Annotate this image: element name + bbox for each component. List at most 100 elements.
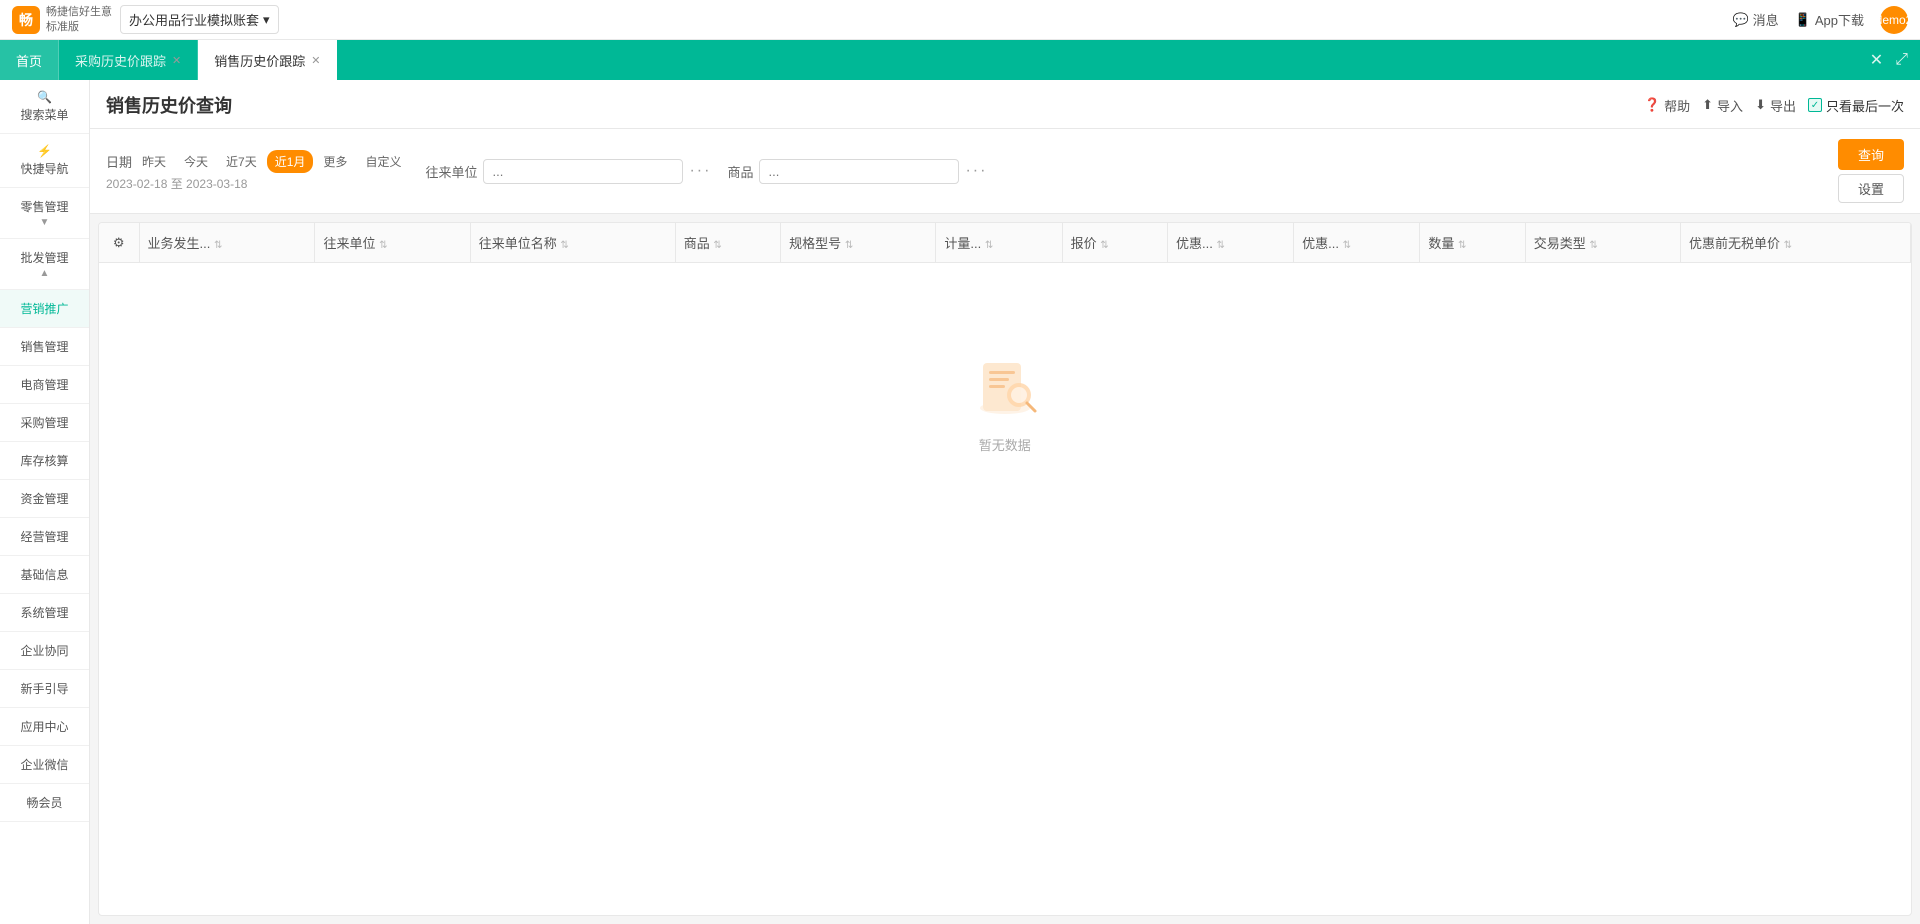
date-1month[interactable]: 近1月 <box>267 150 314 173</box>
date-today[interactable]: 今天 <box>176 150 216 173</box>
th-counterparty[interactable]: 往来单位 ⇅ <box>315 223 470 263</box>
sidebar-item-retail-mgmt[interactable]: 零售管理 ▼ <box>0 188 89 239</box>
content-area: 销售历史价查询 ❓ 帮助 ⬆ 导入 ⬇ 导出 <box>90 80 1920 924</box>
th-trade-type[interactable]: 交易类型 ⇅ <box>1525 223 1680 263</box>
main-layout: 🔍 搜索菜单 ⚡ 快捷导航 零售管理 ▼ 批发管理 ▲ 营销推广 销售管理 电商… <box>0 80 1920 924</box>
help-btn[interactable]: ❓ 帮助 <box>1644 96 1690 115</box>
sidebar-item-quick-nav[interactable]: ⚡ 快捷导航 <box>0 134 89 188</box>
counterparty-filter: 往来单位 ··· <box>425 159 711 184</box>
counterparty-input[interactable] <box>483 159 683 184</box>
th-discount1[interactable]: 优惠... ⇅ <box>1168 223 1294 263</box>
sidebar: 🔍 搜索菜单 ⚡ 快捷导航 零售管理 ▼ 批发管理 ▲ 营销推广 销售管理 电商… <box>0 80 90 924</box>
sidebar-item-operations[interactable]: 经营管理 <box>0 518 89 556</box>
th-settings[interactable]: ⚙ <box>99 223 139 263</box>
filter-row: 日期 昨天 今天 近7天 近1月 更多 自定义 2023-02-18 至 202… <box>90 129 1920 214</box>
logo-area: 畅 畅捷信好生意 标准版 <box>12 5 112 34</box>
workspace-label: 办公用品行业模拟账套 <box>129 10 259 29</box>
tab-close-all-icon[interactable]: ✕ <box>1870 50 1883 70</box>
counterparty-search-icon[interactable]: ··· <box>689 162 711 180</box>
th-quote[interactable]: 报价 ⇅ <box>1062 223 1167 263</box>
avatar[interactable]: demo2 <box>1880 6 1908 34</box>
date-more[interactable]: 更多 <box>315 150 355 173</box>
page-title-row: 销售历史价查询 ❓ 帮助 ⬆ 导入 ⬇ 导出 <box>106 92 1904 118</box>
page-title: 销售历史价查询 <box>106 92 232 118</box>
th-spec[interactable]: 规格型号 ⇅ <box>781 223 936 263</box>
sort-icon-quote: ⇅ <box>1100 240 1108 251</box>
only-last-label: 只看最后一次 <box>1826 96 1904 115</box>
sort-icon-product: ⇅ <box>713 240 721 251</box>
th-unit[interactable]: 计量... ⇅ <box>936 223 1062 263</box>
sort-icon-counterparty-name: ⇅ <box>560 240 568 251</box>
sidebar-item-ecommerce[interactable]: 电商管理 <box>0 366 89 404</box>
tab-bar: 首页 采购历史价跟踪 ✕ 销售历史价跟踪 ✕ ✕ ⤢ <box>0 40 1920 80</box>
table-header: ⚙ 业务发生... ⇅ 往来单位 ⇅ 往来单位名称 ⇅ <box>99 223 1911 263</box>
only-last-checkbox[interactable]: ✓ 只看最后一次 <box>1808 96 1904 115</box>
export-icon: ⬇ <box>1755 97 1766 113</box>
logo-icon: 畅 <box>12 6 40 34</box>
empty-icon <box>965 343 1045 423</box>
th-quantity[interactable]: 数量 ⇅ <box>1420 223 1525 263</box>
empty-state-cell: 暂无数据 <box>99 263 1911 535</box>
app-download-action[interactable]: 📱 App下载 <box>1795 10 1864 29</box>
sidebar-item-search-menu[interactable]: 🔍 搜索菜单 <box>0 80 89 134</box>
sidebar-item-finance[interactable]: 资金管理 <box>0 480 89 518</box>
th-biz-date[interactable]: 业务发生... ⇅ <box>139 223 315 263</box>
sidebar-item-system[interactable]: 系统管理 <box>0 594 89 632</box>
date-7days[interactable]: 近7天 <box>218 150 265 173</box>
tab-bar-right: ✕ ⤢ <box>1858 40 1920 80</box>
th-product[interactable]: 商品 ⇅ <box>675 223 780 263</box>
sidebar-item-marketing[interactable]: 营销推广 <box>0 290 89 328</box>
date-custom[interactable]: 自定义 <box>357 150 409 173</box>
th-counterparty-name[interactable]: 往来单位名称 ⇅ <box>470 223 675 263</box>
sidebar-item-app-center[interactable]: 应用中心 <box>0 708 89 746</box>
page-header: 销售历史价查询 ❓ 帮助 ⬆ 导入 ⬇ 导出 <box>90 80 1920 129</box>
date-yesterday[interactable]: 昨天 <box>134 150 174 173</box>
sidebar-item-new-user-guide[interactable]: 新手引导 <box>0 670 89 708</box>
workspace-selector[interactable]: 办公用品行业模拟账套 ▾ <box>120 5 279 34</box>
chevron-down-icon: ▾ <box>263 12 270 28</box>
tab-sales-history[interactable]: 销售历史价跟踪 ✕ <box>198 40 337 80</box>
product-search-icon[interactable]: ··· <box>965 162 987 180</box>
sidebar-item-sales-mgmt[interactable]: 销售管理 <box>0 328 89 366</box>
sort-icon-biz-date: ⇅ <box>214 240 222 251</box>
date-filter-group: 日期 昨天 今天 近7天 近1月 更多 自定义 2023-02-18 至 202… <box>106 150 409 192</box>
sort-icon-pre-tax-price: ⇅ <box>1784 240 1792 251</box>
product-filter: 商品 ··· <box>727 159 987 184</box>
product-input[interactable] <box>759 159 959 184</box>
message-action[interactable]: 💬 消息 <box>1732 10 1778 29</box>
search-icon: 🔍 <box>37 90 52 104</box>
sidebar-item-purchase[interactable]: 采购管理 <box>0 404 89 442</box>
checkbox-box: ✓ <box>1808 98 1822 112</box>
empty-text: 暂无数据 <box>979 435 1031 454</box>
tab-maximize-icon[interactable]: ⤢ <box>1895 51 1908 69</box>
tab-close-sales[interactable]: ✕ <box>311 54 320 67</box>
tab-home[interactable]: 首页 <box>0 40 59 80</box>
top-bar-left: 畅 畅捷信好生意 标准版 办公用品行业模拟账套 ▾ <box>12 5 279 34</box>
settings-button[interactable]: 设置 <box>1838 174 1904 203</box>
sidebar-item-wholesale-mgmt[interactable]: 批发管理 ▲ <box>0 239 89 290</box>
table-header-row: ⚙ 业务发生... ⇅ 往来单位 ⇅ 往来单位名称 ⇅ <box>99 223 1911 263</box>
sidebar-item-enterprise-collab[interactable]: 企业协同 <box>0 632 89 670</box>
logo-text: 畅捷信好生意 标准版 <box>46 5 112 34</box>
sidebar-item-member[interactable]: 畅会员 <box>0 784 89 822</box>
sidebar-item-basic-info[interactable]: 基础信息 <box>0 556 89 594</box>
th-discount2[interactable]: 优惠... ⇅ <box>1294 223 1420 263</box>
export-btn[interactable]: ⬇ 导出 <box>1755 96 1796 115</box>
th-pre-tax-price[interactable]: 优惠前无税单价 ⇅ <box>1681 223 1911 263</box>
sidebar-item-enterprise-wechat[interactable]: 企业微信 <box>0 746 89 784</box>
top-bar-right: 💬 消息 📱 App下载 demo2 <box>1732 6 1908 34</box>
table-container: ⚙ 业务发生... ⇅ 往来单位 ⇅ 往来单位名称 ⇅ <box>98 222 1912 916</box>
search-button[interactable]: 查询 <box>1838 139 1904 170</box>
tab-purchase-history[interactable]: 采购历史价跟踪 ✕ <box>59 40 198 80</box>
quick-nav-icon: ⚡ <box>37 144 52 158</box>
sort-icon-trade-type: ⇅ <box>1589 240 1597 251</box>
check-icon: ✓ <box>1811 100 1819 111</box>
import-btn[interactable]: ⬆ 导入 <box>1702 96 1743 115</box>
data-table: ⚙ 业务发生... ⇅ 往来单位 ⇅ 往来单位名称 ⇅ <box>99 223 1911 534</box>
sidebar-item-inventory[interactable]: 库存核算 <box>0 442 89 480</box>
sort-icon-counterparty: ⇅ <box>379 240 387 251</box>
tab-close-purchase[interactable]: ✕ <box>172 54 181 67</box>
filter-btn-group: 查询 设置 <box>1838 139 1904 203</box>
empty-state: 暂无数据 <box>99 263 1911 534</box>
chevron-up-icon: ▼ <box>40 217 50 228</box>
